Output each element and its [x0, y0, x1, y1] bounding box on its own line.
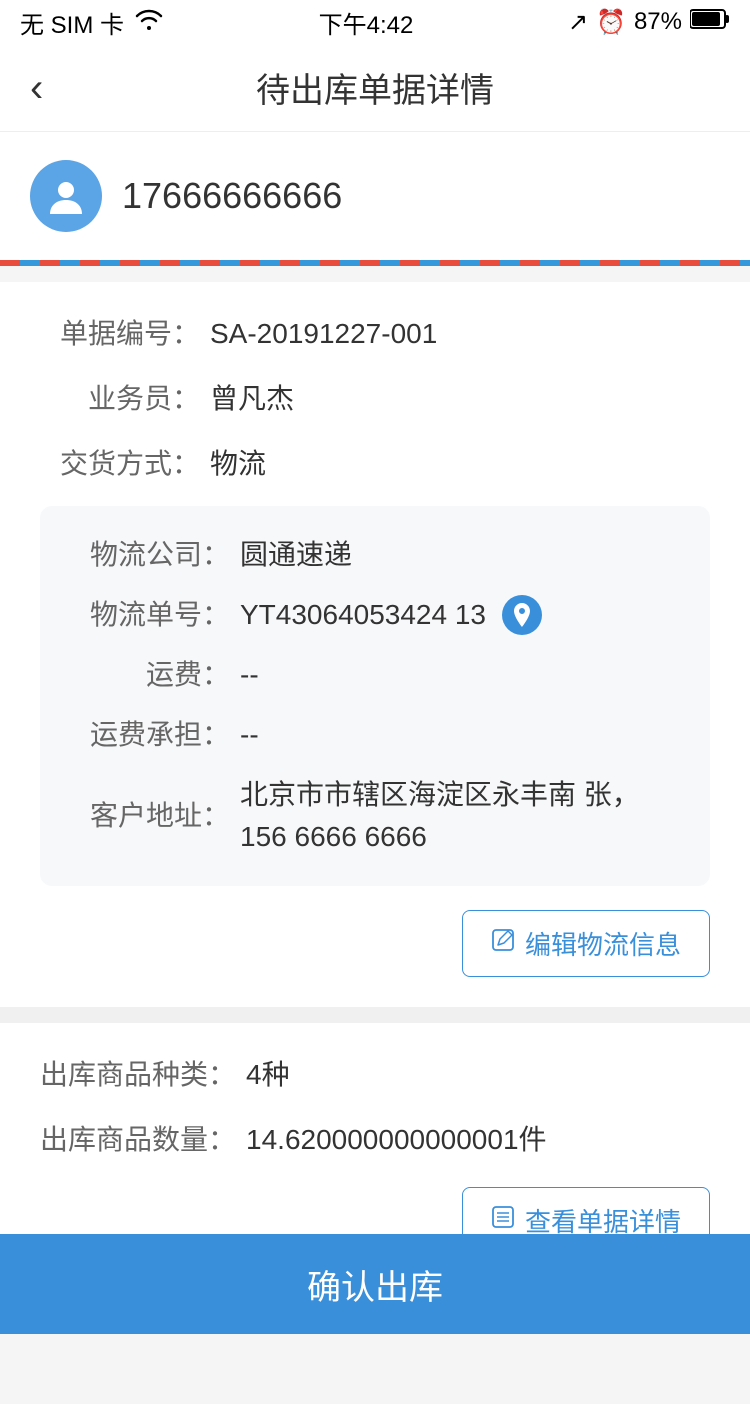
delivery-label: 交货方式：	[40, 442, 200, 487]
carrier-text: 无 SIM 卡	[20, 5, 124, 40]
edit-logistics-label: 编辑物流信息	[525, 925, 681, 962]
alarm-icon: ⏰	[596, 8, 626, 37]
tracking-value-wrap: YT43064053424 13	[230, 594, 542, 636]
freight-bear-value: --	[240, 714, 680, 756]
freight-row: 运费： --	[70, 654, 680, 696]
location-icon[interactable]	[502, 595, 542, 635]
freight-bear-row: 运费承担： --	[70, 714, 680, 756]
battery-text: 87%	[634, 8, 682, 36]
freight-value: --	[240, 654, 680, 696]
logistics-company-label: 物流公司：	[70, 534, 230, 576]
confirm-label: 确认出库	[307, 1260, 443, 1309]
wifi-icon	[134, 8, 164, 37]
avatar	[30, 160, 102, 232]
order-no-label: 单据编号：	[40, 312, 200, 357]
delivery-row: 交货方式： 物流	[40, 442, 710, 487]
goods-quantity-label: 出库商品数量：	[40, 1118, 236, 1163]
logistics-company-row: 物流公司： 圆通速递	[70, 534, 680, 576]
salesman-value: 曾凡杰	[210, 377, 710, 422]
customer-header: 17666666666	[0, 132, 750, 260]
logistics-tracking-label: 物流单号：	[70, 594, 230, 636]
location-status-icon: ↗	[568, 8, 588, 37]
nav-bar: ‹ 待出库单据详情	[0, 44, 750, 132]
freight-label: 运费：	[70, 654, 230, 696]
address-label: 客户地址：	[70, 795, 230, 837]
order-no-row: 单据编号： SA-20191227-001	[40, 312, 710, 357]
goods-type-value: 4种	[246, 1053, 710, 1098]
salesman-row: 业务员： 曾凡杰	[40, 377, 710, 422]
list-icon	[491, 1205, 515, 1236]
address-row: 客户地址： 北京市市辖区海淀区永丰南 张，156 6666 6666	[70, 774, 680, 858]
goods-quantity-value: 14.620000000000001件	[246, 1118, 710, 1163]
page-title: 待出库单据详情	[256, 63, 494, 112]
freight-bear-label: 运费承担：	[70, 714, 230, 756]
edit-btn-wrapper: 编辑物流信息	[40, 910, 710, 977]
confirm-bar[interactable]: 确认出库	[0, 1234, 750, 1334]
color-border	[0, 260, 750, 266]
goods-type-label: 出库商品种类：	[40, 1053, 236, 1098]
address-value: 北京市市辖区海淀区永丰南 张，156 6666 6666	[240, 774, 680, 858]
section-divider	[0, 1007, 750, 1023]
battery-icon	[690, 8, 730, 37]
order-info-section: 单据编号： SA-20191227-001 业务员： 曾凡杰 交货方式： 物流 …	[0, 282, 750, 1007]
status-bar: 无 SIM 卡 下午4:42 ↗ ⏰ 87%	[0, 0, 750, 44]
status-left: 无 SIM 卡	[20, 5, 164, 40]
salesman-label: 业务员：	[40, 377, 200, 422]
goods-quantity-row: 出库商品数量： 14.620000000000001件	[40, 1118, 710, 1163]
back-button[interactable]: ‹	[30, 68, 43, 108]
order-no-value: SA-20191227-001	[210, 312, 710, 357]
goods-type-row: 出库商品种类： 4种	[40, 1053, 710, 1098]
delivery-value: 物流	[210, 442, 710, 487]
logistics-tracking-row: 物流单号： YT43064053424 13	[70, 594, 680, 636]
customer-phone: 17666666666	[122, 175, 342, 217]
logistics-company-value: 圆通速递	[240, 534, 680, 576]
edit-icon	[491, 928, 515, 959]
status-right: ↗ ⏰ 87%	[568, 8, 730, 37]
logistics-card: 物流公司： 圆通速递 物流单号： YT43064053424 13 运费： --…	[40, 506, 710, 886]
edit-logistics-button[interactable]: 编辑物流信息	[462, 910, 710, 977]
time-display: 下午4:42	[319, 5, 414, 40]
logistics-tracking-value: YT43064053424 13	[240, 594, 486, 636]
